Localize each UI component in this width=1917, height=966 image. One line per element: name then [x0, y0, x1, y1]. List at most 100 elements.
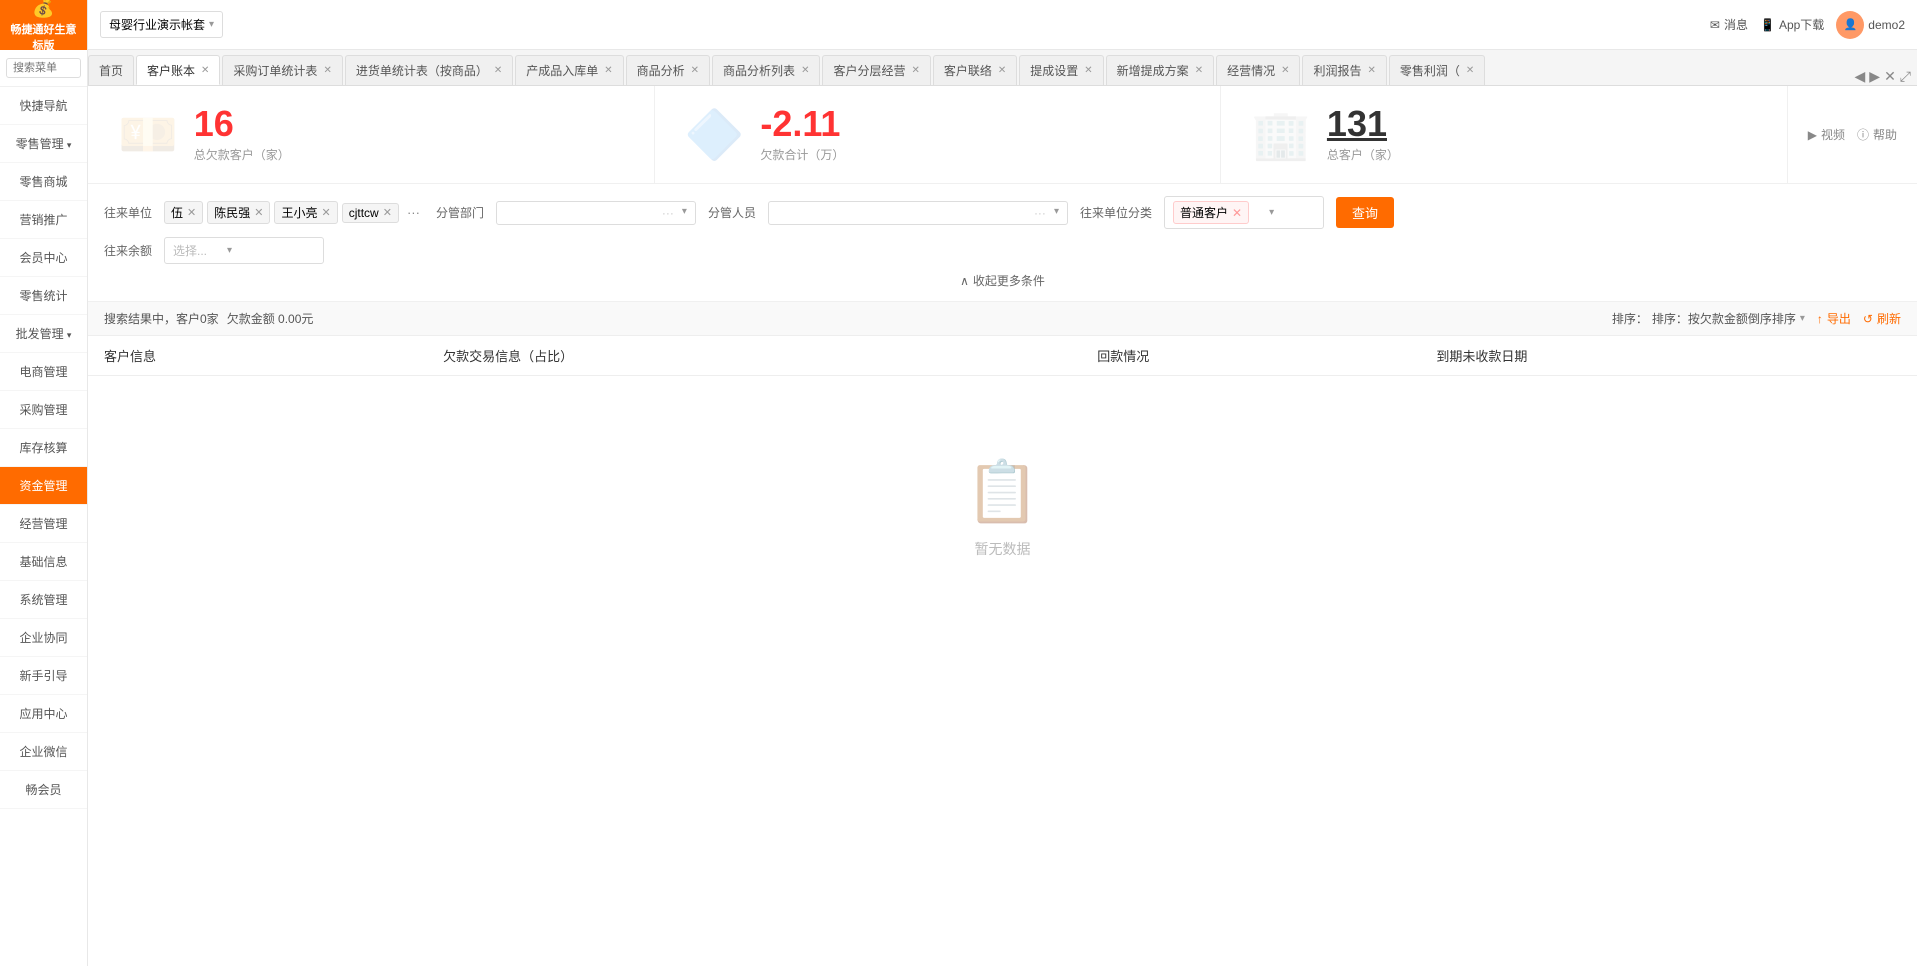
account-selector[interactable]: 母婴行业演示帐套 ▾	[100, 11, 223, 38]
sidebar-item-----[interactable]: 企业微信	[0, 733, 87, 771]
result-amount: 欠款金额 0.00元	[227, 310, 314, 327]
balance-select[interactable]: 选择... ▾	[164, 237, 324, 264]
tab-label-12: 利润报告	[1313, 62, 1361, 79]
sort-select[interactable]: 排序： 排序：按欠款金额倒序排序 ▾	[1612, 310, 1805, 327]
stat-card-total: 🏢 131 总客户（家）	[1221, 86, 1788, 183]
tab-11[interactable]: 经营情况✕	[1216, 55, 1300, 85]
sidebar-item-----[interactable]: 快捷导航	[0, 87, 87, 125]
tab-close-6[interactable]: ✕	[801, 65, 809, 76]
export-button[interactable]: ↑ 导出	[1817, 310, 1851, 327]
sidebar-item-----[interactable]: 系统管理	[0, 581, 87, 619]
app-download-button[interactable]: 📱 App下载	[1760, 16, 1824, 33]
tab-1[interactable]: 客户账本✕	[136, 55, 220, 85]
message-icon: ✉	[1710, 18, 1720, 32]
tab-close-4[interactable]: ✕	[604, 65, 612, 76]
remove-wang-button[interactable]: ✕	[322, 206, 331, 219]
stat-number-amount: -2.11	[760, 106, 844, 142]
manager-select[interactable]: ··· ▾	[768, 201, 1068, 225]
balance-value: 选择...	[173, 242, 207, 259]
customer-type-label: 普通客户	[1180, 204, 1228, 221]
col-customer-info: 客户信息	[88, 336, 427, 376]
filter-tag-chen: 陈民强 ✕	[207, 201, 270, 224]
tab-expand-icon[interactable]: ⤢	[1900, 68, 1911, 85]
tab-scroll-left-icon[interactable]: ◀	[1855, 68, 1866, 85]
tab-2[interactable]: 采购订单统计表✕	[222, 55, 342, 85]
tab-close-13[interactable]: ✕	[1466, 65, 1474, 76]
tab-scroll-right-icon[interactable]: ▶	[1869, 68, 1880, 85]
remove-cj-button[interactable]: ✕	[383, 206, 392, 219]
avatar-icon: 👤	[1843, 18, 1857, 31]
sidebar-item-----[interactable]: 基础信息	[0, 543, 87, 581]
tab-close-7[interactable]: ✕	[911, 65, 919, 76]
refresh-button[interactable]: ↺ 刷新	[1863, 310, 1901, 327]
collapse-button[interactable]: ∧ 收起更多条件	[960, 272, 1045, 289]
sidebar-item-----[interactable]: 经营管理	[0, 505, 87, 543]
tab-9[interactable]: 提成设置✕	[1019, 55, 1103, 85]
video-help-button[interactable]: ▶ 视频	[1808, 126, 1845, 143]
col-debt-info: 欠款交易信息（占比）	[427, 336, 1081, 376]
empty-state: 📋 暂无数据	[88, 376, 1917, 639]
tab-close-2[interactable]: ✕	[323, 65, 331, 76]
filter-row-2: 往来余额 选择... ▾	[104, 237, 1901, 264]
sidebar-item-----[interactable]: 批发管理 ▾	[0, 315, 87, 353]
tab-13[interactable]: 零售利润（✕	[1389, 55, 1485, 85]
tab-close-11[interactable]: ✕	[1281, 65, 1289, 76]
unit-filter-tags: 伍 ✕ 陈民强 ✕ 王小亮 ✕ cjttcw ✕ ···	[164, 201, 424, 224]
sidebar-item-----[interactable]: 资金管理	[0, 467, 87, 505]
phone-icon: 📱	[1760, 18, 1775, 32]
tab-4[interactable]: 产成品入库单✕	[515, 55, 623, 85]
messages-button[interactable]: ✉ 消息	[1710, 16, 1748, 33]
tab-close-9[interactable]: ✕	[1084, 65, 1092, 76]
stat-label-total: 总客户（家）	[1327, 146, 1399, 163]
help-circle-icon: ⓘ	[1857, 126, 1869, 143]
unit-type-label: 往来单位分类	[1080, 204, 1152, 221]
tab-close-8[interactable]: ✕	[998, 65, 1006, 76]
tab-close-3[interactable]: ✕	[494, 65, 502, 76]
tab-6[interactable]: 商品分析列表✕	[712, 55, 820, 85]
empty-text: 暂无数据	[975, 539, 1031, 559]
mgr-chevron-icon: ▾	[1054, 206, 1059, 220]
unit-type-select[interactable]: 普通客户 ✕ ▾	[1164, 196, 1324, 229]
sidebar-item-----[interactable]: 新手引导	[0, 657, 87, 695]
remove-wu-button[interactable]: ✕	[187, 206, 196, 219]
sidebar-item-----[interactable]: 企业协同	[0, 619, 87, 657]
user-menu[interactable]: 👤 demo2	[1836, 11, 1905, 39]
play-icon: ▶	[1808, 128, 1817, 142]
sidebar-item-----[interactable]: 零售商城	[0, 163, 87, 201]
sidebar-item-----[interactable]: 电商管理	[0, 353, 87, 391]
tab-7[interactable]: 客户分层经营✕	[822, 55, 930, 85]
tab-8[interactable]: 客户联络✕	[933, 55, 1017, 85]
sidebar-item-----[interactable]: 应用中心	[0, 695, 87, 733]
tab-close-5[interactable]: ✕	[691, 65, 699, 76]
col-repayment: 回款情况	[1081, 336, 1420, 376]
unit-filter-label: 往来单位	[104, 204, 152, 221]
sidebar-item-----[interactable]: 零售管理 ▾	[0, 125, 87, 163]
sidebar-item-----[interactable]: 采购管理	[0, 391, 87, 429]
tab-12[interactable]: 利润报告 ✕	[1302, 55, 1386, 85]
tab-close-1[interactable]: ✕	[201, 65, 209, 76]
tab-close-all-icon[interactable]: ✕	[1884, 68, 1896, 85]
help-button[interactable]: ⓘ 帮助	[1857, 126, 1897, 143]
sidebar-nav: 快捷导航零售管理 ▾零售商城营销推广会员中心零售统计批发管理 ▾电商管理采购管理…	[0, 87, 87, 809]
filter-tag-cj: cjttcw ✕	[342, 203, 399, 223]
search-input[interactable]	[6, 58, 81, 78]
tab-0[interactable]: 首页	[88, 55, 134, 85]
sidebar-item-----[interactable]: 零售统计	[0, 277, 87, 315]
tab-10[interactable]: 新增提成方案✕	[1106, 55, 1214, 85]
remove-chen-button[interactable]: ✕	[254, 206, 263, 219]
tab-list: 首页客户账本✕采购订单统计表✕进货单统计表（按商品）✕产成品入库单✕商品分析✕商…	[88, 55, 1849, 85]
sidebar-item----[interactable]: 畅会员	[0, 771, 87, 809]
tag-cj-label: cjttcw	[349, 206, 379, 220]
sidebar-item-----[interactable]: 营销推广	[0, 201, 87, 239]
department-select[interactable]: ··· ▾	[496, 201, 696, 225]
table-header: 客户信息 欠款交易信息（占比） 回款情况 到期未收款日期	[88, 336, 1917, 376]
tab-close-12[interactable]: ✕	[1368, 65, 1376, 76]
query-button[interactable]: 查询	[1336, 197, 1394, 228]
sidebar-item-----[interactable]: 库存核算	[0, 429, 87, 467]
tab-close-10[interactable]: ✕	[1195, 65, 1203, 76]
more-tags-button[interactable]: ···	[403, 203, 424, 222]
remove-customer-type-button[interactable]: ✕	[1232, 206, 1242, 220]
sidebar-item-----[interactable]: 会员中心	[0, 239, 87, 277]
tab-5[interactable]: 商品分析✕	[626, 55, 710, 85]
tab-3[interactable]: 进货单统计表（按商品）✕	[345, 55, 513, 85]
